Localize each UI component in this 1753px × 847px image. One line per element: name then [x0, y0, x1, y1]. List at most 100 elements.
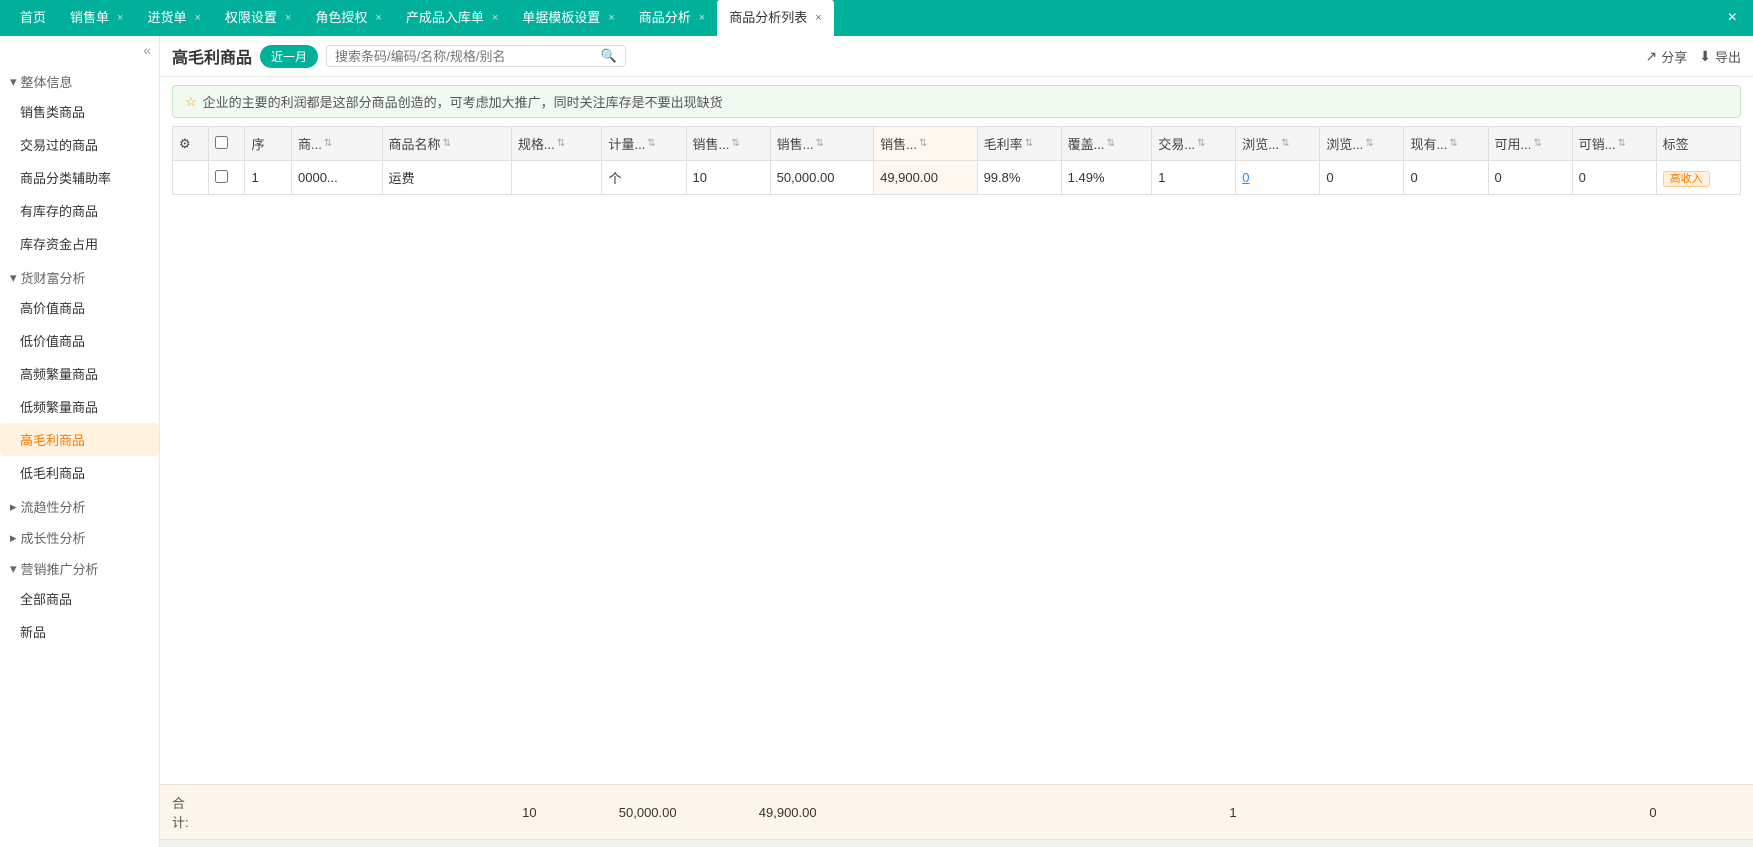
col-available-stock[interactable]: 可用... ⇅ — [1488, 127, 1572, 161]
cell-browse2: 0 — [1320, 161, 1404, 195]
sort-trans[interactable]: ⇅ — [1197, 138, 1205, 149]
cell-name: 运费 — [382, 161, 511, 195]
nav-purchase[interactable]: 进货单 × — [135, 0, 212, 36]
col-sellable-stock[interactable]: 可销... ⇅ — [1572, 127, 1656, 161]
content-area: 高毛利商品 近一月 🔍 ↗ 分享 ⬇ 导出 ☆ 企业的主要的利润都是这部分商品创… — [160, 36, 1753, 847]
cell-browse1[interactable]: 0 — [1236, 161, 1320, 195]
search-wrap: 🔍 — [326, 45, 626, 67]
sidebar-item-high-value[interactable]: 高价值商品 — [0, 291, 159, 324]
sort-spec[interactable]: ⇅ — [557, 138, 565, 149]
footer-cell-sales-qty: 10 — [457, 805, 537, 820]
col-unit[interactable]: 计量... ⇅ — [602, 127, 686, 161]
sort-browse1[interactable]: ⇅ — [1281, 138, 1289, 149]
sidebar-item-low-value[interactable]: 低价值商品 — [0, 324, 159, 357]
chevron-down-icon: ▾ — [10, 74, 17, 90]
sidebar-section-wealth[interactable]: ▾ 货财富分析 — [0, 260, 159, 291]
page-title: 高毛利商品 — [172, 44, 252, 68]
col-trans[interactable]: 交易... ⇅ — [1152, 127, 1236, 161]
sidebar-item-all-goods[interactable]: 全部商品 — [0, 582, 159, 615]
sidebar-section-marketing[interactable]: ▾ 营销推广分析 — [0, 551, 159, 582]
sort-code[interactable]: ⇅ — [324, 138, 332, 149]
filter-recent-month[interactable]: 近一月 — [260, 45, 318, 68]
settings-icon[interactable]: ⚙ — [179, 136, 191, 151]
nav-product-in[interactable]: 产成品入库单 × — [394, 0, 510, 36]
nav-template[interactable]: 单据模板设置 × — [510, 0, 626, 36]
sort-browse2[interactable]: ⇅ — [1365, 138, 1373, 149]
search-input[interactable] — [335, 49, 601, 64]
col-coverage[interactable]: 覆盖... ⇅ — [1061, 127, 1152, 161]
footer-cell-browse1 — [1297, 805, 1377, 820]
col-margin-rate[interactable]: 毛利率 ⇅ — [977, 127, 1061, 161]
col-code[interactable]: 商... ⇅ — [292, 127, 383, 161]
sort-sellable-stock[interactable]: ⇅ — [1617, 138, 1625, 149]
search-icon[interactable]: 🔍 — [601, 48, 617, 64]
chevron-down-icon-2: ▾ — [10, 270, 17, 286]
nav-permission[interactable]: 权限设置 × — [213, 0, 303, 36]
row-checkbox[interactable] — [215, 170, 228, 183]
browse1-link[interactable]: 0 — [1242, 170, 1249, 185]
sidebar-item-low-margin[interactable]: 低毛利商品 — [0, 456, 159, 489]
nav-analysis-list[interactable]: 商品分析列表 × — [717, 0, 833, 36]
sort-unit[interactable]: ⇅ — [647, 138, 655, 149]
close-window-button[interactable]: × — [1720, 9, 1745, 27]
sort-sales-cost[interactable]: ⇅ — [919, 138, 927, 149]
close-analysis-list-tab[interactable]: × — [815, 0, 821, 36]
close-product-in-tab[interactable]: × — [492, 0, 498, 36]
close-role-tab[interactable]: × — [375, 0, 381, 36]
col-browse2[interactable]: 浏览... ⇅ — [1320, 127, 1404, 161]
sidebar-item-inventory-goods[interactable]: 有库存的商品 — [0, 194, 159, 227]
sidebar-section-trend[interactable]: ▸ 流趋性分析 — [0, 489, 159, 520]
sidebar-item-traded-goods[interactable]: 交易过的商品 — [0, 128, 159, 161]
footer-cell-sales-amount: 50,000.00 — [597, 805, 677, 820]
col-settings[interactable]: ⚙ — [173, 127, 209, 161]
sort-sales-qty[interactable]: ⇅ — [731, 138, 739, 149]
close-analysis-tab[interactable]: × — [699, 0, 705, 36]
sort-available-stock[interactable]: ⇅ — [1533, 138, 1541, 149]
col-sales-amount[interactable]: 销售... ⇅ — [770, 127, 873, 161]
nav-analysis[interactable]: 商品分析 × — [627, 0, 717, 36]
table-row: 1 0000... 运费 个 10 50,000.00 49,900.00 99… — [173, 161, 1741, 195]
col-name[interactable]: 商品名称 ⇅ — [382, 127, 511, 161]
sort-sales-amount[interactable]: ⇅ — [815, 138, 823, 149]
close-permission-tab[interactable]: × — [285, 0, 291, 36]
sidebar-item-inventory-fund[interactable]: 库存资金占用 — [0, 227, 159, 260]
col-spec[interactable]: 规格... ⇅ — [511, 127, 602, 161]
sidebar-item-high-freq[interactable]: 高频繁量商品 — [0, 357, 159, 390]
footer-summary: 合计: 10 50,000.00 49,900.00 1 0 0 — [160, 784, 1753, 839]
sidebar-item-new-goods[interactable]: 新品 — [0, 615, 159, 648]
cell-no: 1 — [245, 161, 292, 195]
sidebar-collapse-btn[interactable]: « — [143, 42, 151, 58]
sort-name[interactable]: ⇅ — [443, 138, 451, 149]
select-all-checkbox[interactable] — [215, 136, 228, 149]
cell-code: 0000... — [292, 161, 383, 195]
footer-label: 合计: — [172, 793, 189, 831]
share-button[interactable]: ↗ 分享 — [1646, 47, 1688, 66]
close-purchase-tab[interactable]: × — [194, 0, 200, 36]
sort-coverage[interactable]: ⇅ — [1107, 138, 1115, 149]
nav-home[interactable]: 首页 — [8, 0, 58, 36]
sidebar-item-sales-goods[interactable]: 销售类商品 — [0, 95, 159, 128]
nav-role[interactable]: 角色授权 × — [303, 0, 393, 36]
share-icon: ↗ — [1646, 48, 1658, 65]
cell-trans: 1 — [1152, 161, 1236, 195]
nav-sales[interactable]: 销售单 × — [58, 0, 135, 36]
sidebar-section-overall[interactable]: ▾ 整体信息 — [0, 64, 159, 95]
table-wrap: ⚙ 序 商... ⇅ — [172, 126, 1741, 784]
col-sales-cost[interactable]: 销售... ⇅ — [874, 127, 977, 161]
sidebar-item-high-margin[interactable]: 高毛利商品 — [0, 423, 159, 456]
sort-current-stock[interactable]: ⇅ — [1449, 138, 1457, 149]
col-sales-qty[interactable]: 销售... ⇅ — [686, 127, 770, 161]
sort-margin-rate[interactable]: ⇅ — [1025, 138, 1033, 149]
col-current-stock[interactable]: 现有... ⇅ — [1404, 127, 1488, 161]
bottom-scrollbar[interactable] — [160, 839, 1753, 847]
col-browse1[interactable]: 浏览... ⇅ — [1236, 127, 1320, 161]
chevron-down-icon-3: ▾ — [10, 561, 17, 577]
footer-row: 10 50,000.00 49,900.00 1 0 0 — [197, 805, 1753, 820]
close-sales-tab[interactable]: × — [117, 0, 123, 36]
close-template-tab[interactable]: × — [608, 0, 614, 36]
sidebar-item-low-freq[interactable]: 低频繁量商品 — [0, 390, 159, 423]
export-button[interactable]: ⬇ 导出 — [1699, 47, 1741, 66]
cell-sales-amount: 50,000.00 — [770, 161, 873, 195]
sidebar-section-growth[interactable]: ▸ 成长性分析 — [0, 520, 159, 551]
sidebar-item-analysis-assist[interactable]: 商品分类辅助率 — [0, 161, 159, 194]
